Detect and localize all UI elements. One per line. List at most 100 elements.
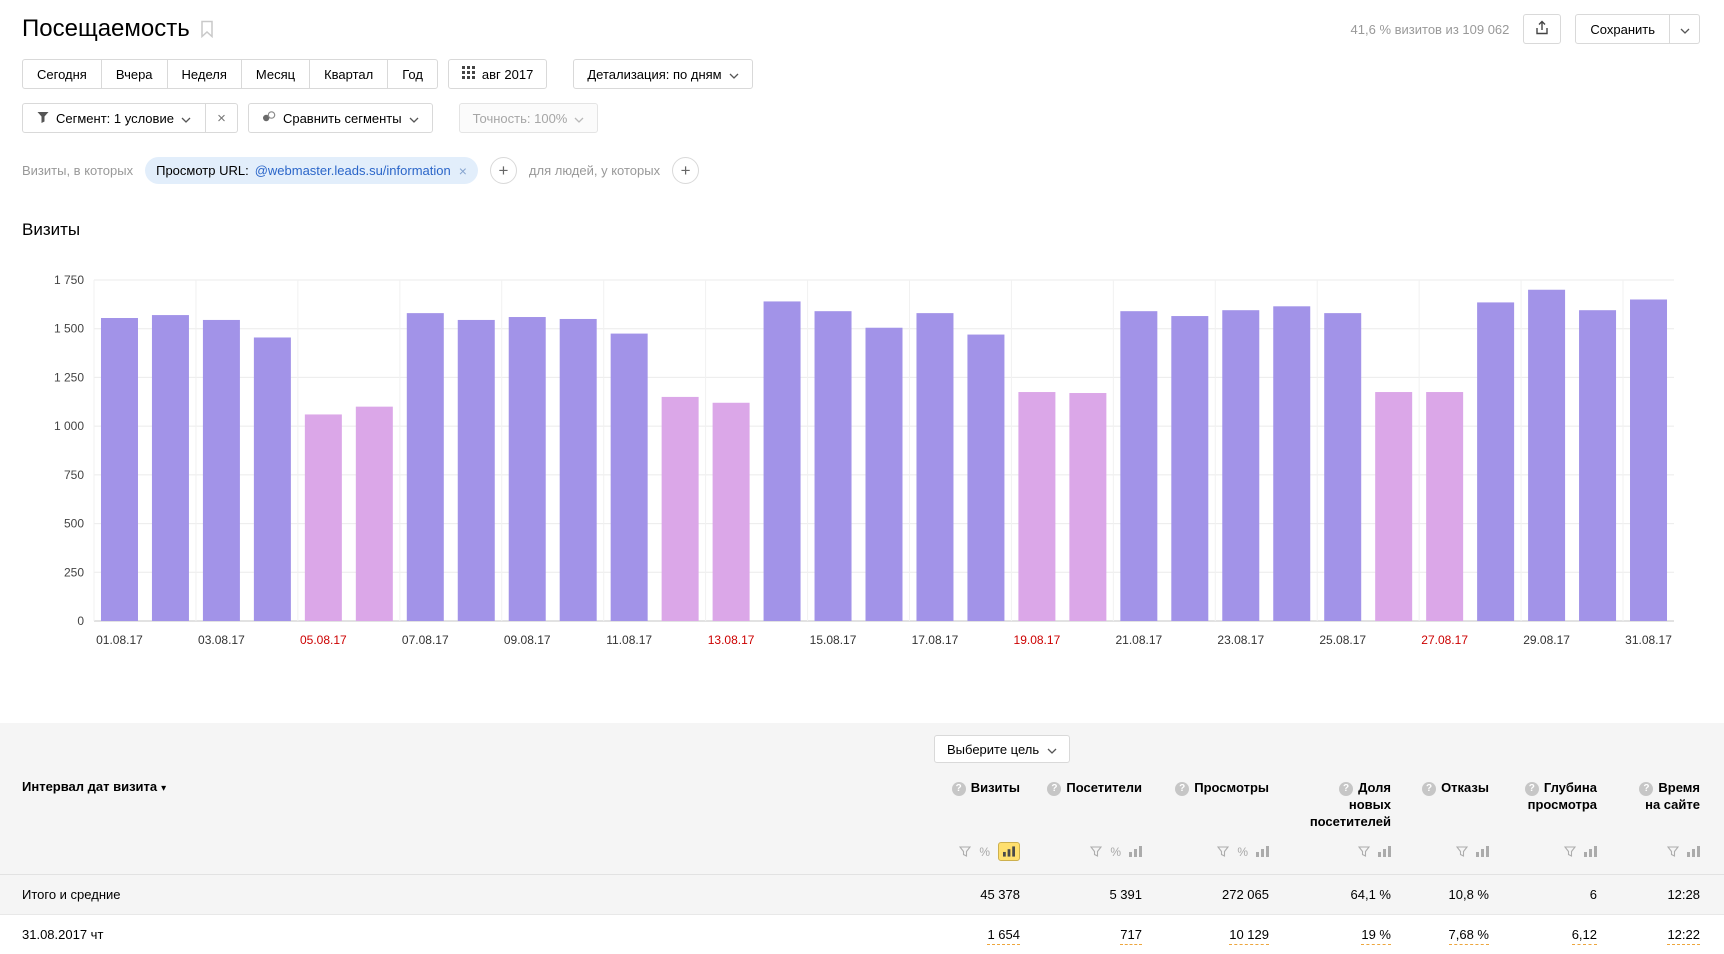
cell-pageviews[interactable]: 10 129 bbox=[1229, 927, 1269, 945]
chart-bar[interactable] bbox=[916, 313, 954, 621]
chart-bar[interactable] bbox=[1069, 393, 1107, 621]
chart-bar[interactable] bbox=[967, 334, 1005, 621]
chart-bar[interactable] bbox=[559, 318, 597, 621]
period-yesterday[interactable]: Вчера bbox=[100, 59, 168, 89]
help-icon[interactable]: ? bbox=[1524, 782, 1539, 796]
cell-visits[interactable]: 1 654 bbox=[987, 927, 1020, 945]
chip-value[interactable]: @webmaster.leads.su/information bbox=[255, 163, 451, 178]
sort-desc-icon[interactable]: ▾ bbox=[161, 783, 166, 794]
funnel-icon bbox=[37, 111, 49, 126]
column-header-visits[interactable]: ? Визиты bbox=[910, 779, 1020, 796]
chart-bar[interactable] bbox=[1120, 311, 1158, 621]
chart-bar[interactable] bbox=[712, 402, 750, 621]
chip-remove-icon[interactable]: × bbox=[459, 163, 467, 179]
visits-bar-chart[interactable]: 0 250 500 750 1 000 1 250 1 500 1 750 01.08.17 03… bbox=[0, 264, 1700, 656]
chart-metric-icon[interactable] bbox=[1256, 846, 1269, 857]
chart-bar[interactable] bbox=[763, 301, 801, 621]
add-visit-condition-button[interactable]: + bbox=[489, 157, 517, 184]
period-month[interactable]: Месяц bbox=[240, 59, 311, 89]
save-button[interactable]: Сохранить bbox=[1575, 14, 1670, 44]
chart-bar[interactable] bbox=[1222, 310, 1260, 621]
chart-bar[interactable] bbox=[661, 396, 699, 621]
chevron-down-icon bbox=[1680, 22, 1690, 37]
period-week[interactable]: Неделя bbox=[166, 59, 242, 89]
totals-new-share: 64,1 % bbox=[1350, 887, 1391, 902]
chart-metric-icon-selected[interactable] bbox=[998, 842, 1020, 861]
period-year[interactable]: Год bbox=[387, 59, 438, 89]
chart-bar[interactable] bbox=[508, 317, 546, 621]
filter-funnel-icon[interactable] bbox=[1564, 845, 1576, 858]
filter-funnel-icon[interactable] bbox=[1090, 845, 1103, 858]
segment-button[interactable]: Сегмент: 1 условие bbox=[22, 103, 206, 133]
chart-bar[interactable] bbox=[253, 337, 291, 621]
bookmark-icon[interactable] bbox=[200, 20, 214, 38]
help-icon[interactable]: ? bbox=[1339, 782, 1354, 796]
period-today[interactable]: Сегодня bbox=[22, 59, 102, 89]
column-header-time-on-site[interactable]: ? Время на сайте bbox=[1597, 779, 1700, 813]
column-header-depth[interactable]: ? Глубина просмотра bbox=[1489, 779, 1597, 813]
chart-bar[interactable] bbox=[100, 317, 138, 621]
chart-metric-icon[interactable] bbox=[1687, 846, 1700, 857]
chart-metric-icon[interactable] bbox=[1129, 846, 1142, 857]
chart-bar[interactable] bbox=[1579, 310, 1617, 621]
chart-bar[interactable] bbox=[814, 311, 852, 621]
filter-funnel-icon[interactable] bbox=[959, 845, 972, 858]
export-button[interactable] bbox=[1523, 14, 1562, 44]
percent-icon[interactable]: % bbox=[1110, 845, 1121, 859]
chart-bar[interactable] bbox=[304, 414, 342, 621]
compare-segments-button[interactable]: Сравнить сегменты bbox=[247, 103, 433, 133]
cell-time[interactable]: 12:22 bbox=[1667, 927, 1700, 945]
chart-bar[interactable] bbox=[1171, 316, 1209, 621]
segment-clear-button[interactable]: × bbox=[205, 103, 238, 133]
column-header-bounces[interactable]: ? Отказы bbox=[1391, 779, 1489, 796]
column-header-visitors[interactable]: ? Посетители bbox=[1020, 779, 1142, 796]
calendar-button[interactable]: авг 2017 bbox=[447, 59, 548, 89]
chart-bar[interactable] bbox=[355, 406, 393, 621]
chart-bar[interactable] bbox=[1018, 392, 1056, 621]
detail-button[interactable]: Детализация: по дням bbox=[573, 59, 753, 89]
chart-bar[interactable] bbox=[1273, 306, 1311, 621]
filter-funnel-icon[interactable] bbox=[1217, 845, 1230, 858]
chart-bar[interactable] bbox=[406, 313, 444, 621]
chart-bar[interactable] bbox=[202, 319, 240, 621]
filter-funnel-icon[interactable] bbox=[1456, 845, 1468, 858]
x-axis-tick: 23.08.17 bbox=[1217, 633, 1264, 647]
chart-bar[interactable] bbox=[1477, 302, 1515, 621]
chart-bar[interactable] bbox=[1528, 289, 1566, 621]
cell-depth[interactable]: 6,12 bbox=[1571, 927, 1597, 945]
help-icon[interactable]: ? bbox=[1422, 782, 1437, 796]
column-header-new-visitors-share[interactable]: ? Доля новых посетителей bbox=[1269, 779, 1391, 830]
chart-bar[interactable] bbox=[865, 327, 903, 621]
accuracy-button[interactable]: Точность: 100% bbox=[458, 103, 599, 133]
chart-bar[interactable] bbox=[457, 319, 495, 621]
percent-icon[interactable]: % bbox=[979, 845, 990, 859]
select-goal-button[interactable]: Выберите цель bbox=[934, 735, 1071, 763]
cell-new-share[interactable]: 19 % bbox=[1361, 927, 1391, 945]
chart-metric-icon[interactable] bbox=[1378, 846, 1391, 857]
chart-metric-icon[interactable] bbox=[1584, 846, 1597, 857]
save-dropdown-button[interactable] bbox=[1670, 14, 1700, 44]
column-header-pageviews[interactable]: ? Просмотры bbox=[1142, 779, 1269, 796]
help-icon[interactable]: ? bbox=[1047, 782, 1062, 796]
chart-bar[interactable] bbox=[610, 333, 648, 621]
row-dimension-header[interactable]: Интервал дат визита ▾ bbox=[0, 779, 910, 794]
add-people-condition-button[interactable]: + bbox=[672, 157, 700, 184]
chart-bar[interactable] bbox=[1375, 392, 1413, 621]
chart-bar[interactable] bbox=[151, 315, 189, 621]
help-icon[interactable]: ? bbox=[1639, 782, 1654, 796]
percent-icon[interactable]: % bbox=[1237, 845, 1248, 859]
filter-funnel-icon[interactable] bbox=[1667, 845, 1679, 858]
chart-bar[interactable] bbox=[1630, 299, 1668, 621]
table-row[interactable]: 31.08.2017 чт 1 654 717 10 129 19 % 7,68… bbox=[0, 914, 1724, 954]
cell-visitors[interactable]: 717 bbox=[1120, 927, 1142, 945]
url-filter-chip[interactable]: Просмотр URL: @webmaster.leads.su/inform… bbox=[145, 157, 478, 184]
help-icon[interactable]: ? bbox=[1175, 782, 1190, 796]
chart-bar[interactable] bbox=[1324, 313, 1362, 621]
chart-metric-icon[interactable] bbox=[1476, 846, 1489, 857]
row-date-label[interactable]: 31.08.2017 чт bbox=[0, 915, 910, 954]
help-icon[interactable]: ? bbox=[951, 782, 966, 796]
cell-bounces[interactable]: 7,68 % bbox=[1448, 927, 1489, 945]
filter-funnel-icon[interactable] bbox=[1358, 845, 1370, 858]
chart-bar[interactable] bbox=[1426, 392, 1464, 621]
period-quarter[interactable]: Квартал bbox=[309, 59, 389, 89]
